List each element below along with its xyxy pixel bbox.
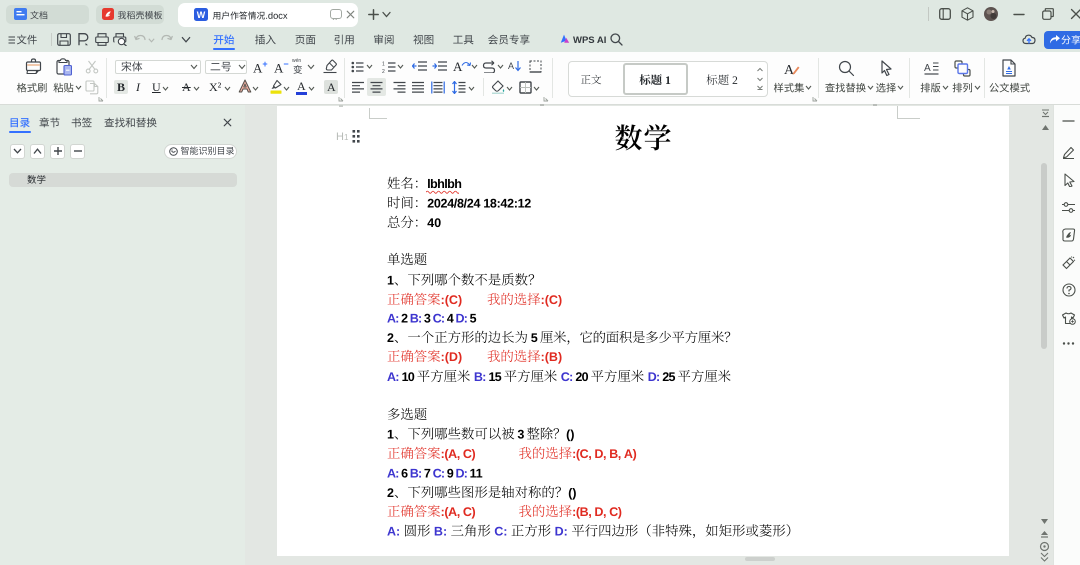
svg-text:A: A xyxy=(784,63,795,78)
svg-text:A: A xyxy=(924,63,931,74)
svg-text:2: 2 xyxy=(382,69,385,73)
svg-text:1: 1 xyxy=(382,62,385,68)
svg-text:W: W xyxy=(197,10,206,20)
svg-text:A: A xyxy=(508,61,514,71)
